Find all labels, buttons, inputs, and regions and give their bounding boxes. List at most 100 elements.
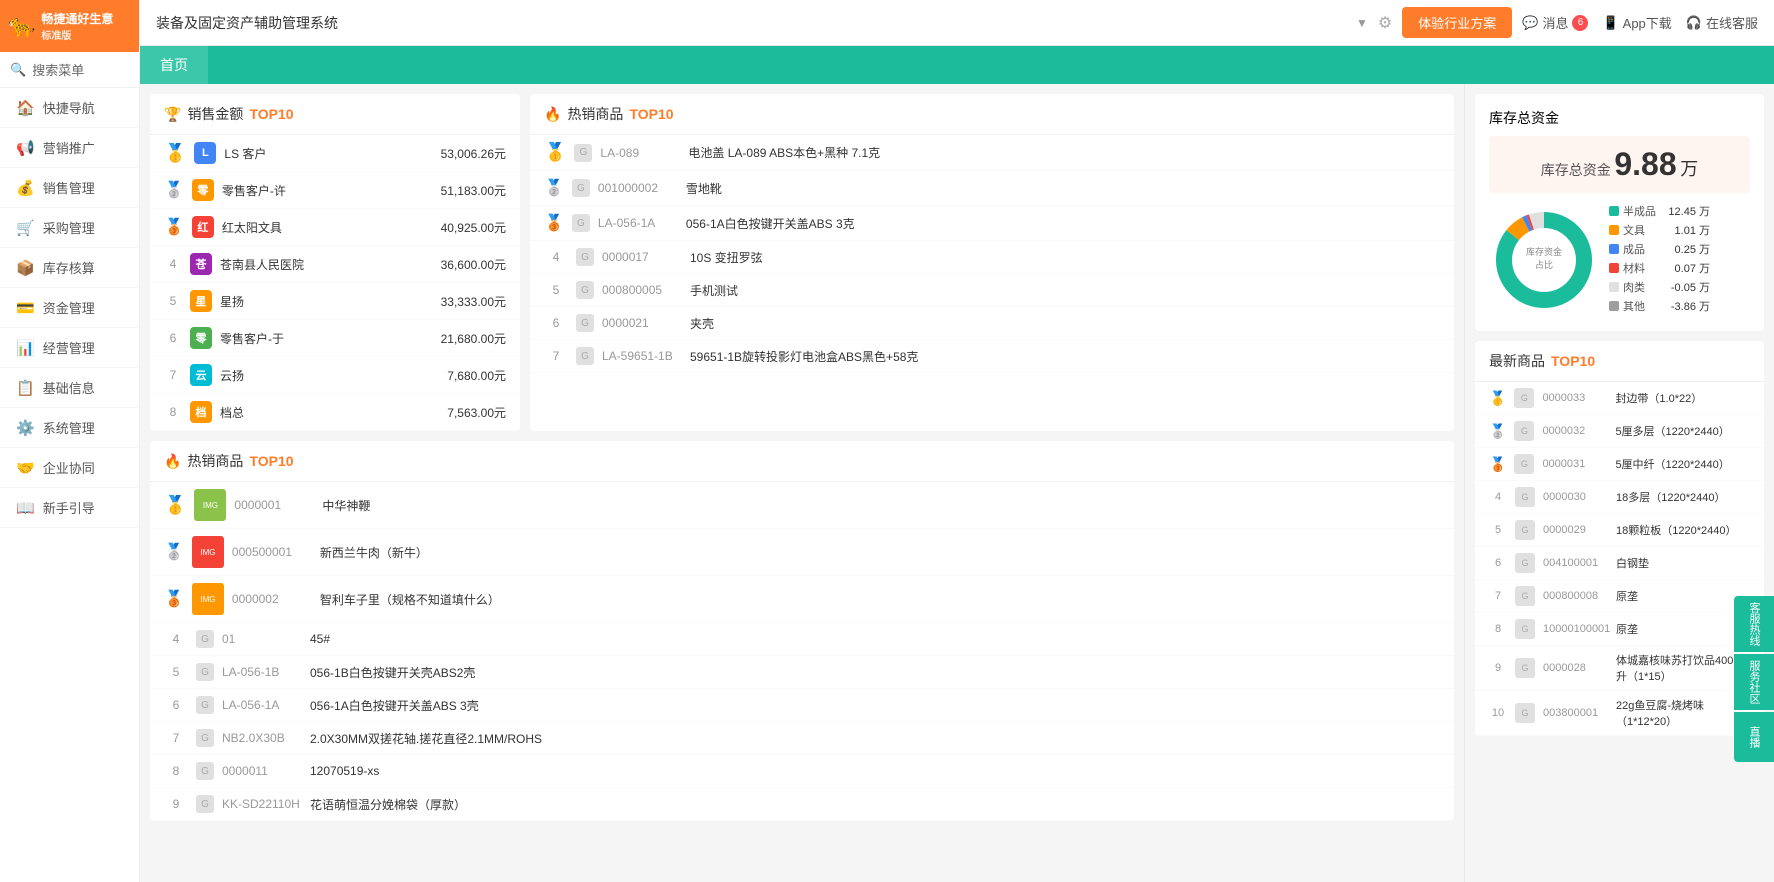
product-image: IMG <box>192 583 224 615</box>
legend-dot <box>1609 282 1619 292</box>
live-float-btn[interactable]: 直播 <box>1734 712 1774 762</box>
rank-number: 7 <box>544 349 568 363</box>
dropdown-icon[interactable]: ▼ <box>1356 16 1368 30</box>
hot-product-row: 🥉 IMG 0000002 智利车子里（规格不知道填什么） <box>150 576 1454 623</box>
customer-service-float-btn[interactable]: 客服热线 <box>1734 596 1774 652</box>
sidebar-item-label: 快捷导航 <box>43 98 95 117</box>
medal-icon: 🥉 <box>164 589 184 609</box>
settings-icon[interactable]: ⚙ <box>1378 13 1392 33</box>
inventory-total-label: 库存总资金 <box>1541 162 1611 178</box>
tab-home-label: 首页 <box>160 55 188 75</box>
rank-number: 5 <box>1489 524 1507 536</box>
inventory-header: 库存总资金 <box>1489 108 1750 128</box>
sidebar: 🐆 畅捷通好生意 标准版 🔍 搜索菜单 🏠 快捷导航 📢 营销推广 💰 销售管理… <box>0 0 140 882</box>
inventory-title: 库存总资金 <box>1489 108 1559 128</box>
hot-product-row: 6 G LA-056-1A 056-1A白色按键开关盖ABS 3壳 <box>150 689 1454 722</box>
product-name: 10S 变扭罗弦 <box>690 249 1440 266</box>
legend-row: 材料 0.07 万 <box>1609 260 1710 276</box>
product-code: 0000001 <box>234 498 314 512</box>
nav-tabs: 首页 <box>140 46 1774 84</box>
hot-product-row: 6 G 0000021 夹壳 <box>530 307 1454 340</box>
product-name: 056-1B白色按键开关壳ABS2壳 <box>310 664 1440 681</box>
product-name: 5厘多层（1220*2440） <box>1615 423 1750 439</box>
hot-product-row: 4 G 01 45# <box>150 623 1454 656</box>
product-code: 0000031 <box>1542 458 1607 470</box>
medal-icon: 🥈 <box>544 178 564 198</box>
hot-product-row: 8 G 0000011 12070519-xs <box>150 755 1454 788</box>
customer-service-button[interactable]: 🎧 在线客服 <box>1686 13 1758 32</box>
product-name: 手机测试 <box>690 282 1440 299</box>
product-name: 电池盖 LA-089 ABS本色+黑种 7.1克 <box>688 144 1440 161</box>
product-name: 封边带（1.0*22） <box>1615 390 1750 406</box>
product-name: 白钢垫 <box>1616 555 1750 571</box>
message-button[interactable]: 💬 消息 6 <box>1522 13 1588 32</box>
product-name: 056-1A白色按键开关盖ABS 3克 <box>686 215 1440 232</box>
hot-product-row: 🥈 IMG 000500001 新西兰牛肉（新牛） <box>150 529 1454 576</box>
app-download-button[interactable]: 📱 App下载 <box>1602 13 1671 32</box>
medal-icon: 🥉 <box>1489 456 1506 473</box>
hot-products-bottom-panel: 🔥 热销商品 TOP10 🥇 IMG 0000001 中华神鞭 🥈 <box>150 441 1454 821</box>
rank-number: 7 <box>164 731 188 745</box>
legend: 半成品 12.45 万 文具 1.01 万 成品 0.25 万 <box>1609 203 1710 317</box>
basics-icon: 📋 <box>16 379 35 397</box>
tab-home[interactable]: 首页 <box>140 46 208 84</box>
service-icon: 🎧 <box>1686 15 1702 31</box>
product-image: G <box>576 347 594 365</box>
hot-product-row: 5 G 000800005 手机测试 <box>530 274 1454 307</box>
finance-icon: 💳 <box>16 299 35 317</box>
product-image: G <box>1515 520 1535 540</box>
product-code: LA-056-1B <box>222 665 302 679</box>
customer-name: LS 客户 <box>224 145 432 162</box>
customer-avatar: 苍 <box>190 253 212 275</box>
inventory-icon: 📦 <box>16 259 35 277</box>
product-code: 0000032 <box>1542 425 1607 437</box>
top10-badge-2: TOP10 <box>249 453 293 469</box>
sidebar-item-sales[interactable]: 💰 销售管理 <box>0 168 139 208</box>
brand-logo: 🐆 畅捷通好生意 标准版 <box>0 0 139 52</box>
sidebar-item-purchase[interactable]: 🛒 采购管理 <box>0 208 139 248</box>
sidebar-item-guide[interactable]: 📖 新手引导 <box>0 488 139 528</box>
main-container: 装备及固定资产辅助管理系统 ▼ ⚙ 体验行业方案 💬 消息 6 📱 App下载 … <box>140 0 1774 882</box>
product-image: G <box>1514 421 1534 441</box>
bottom-panels: 🔥 热销商品 TOP10 🥇 IMG 0000001 中华神鞭 🥈 <box>140 441 1464 831</box>
product-code: 000800005 <box>602 283 682 297</box>
hot-products-header: 🔥 热销商品 TOP10 <box>530 94 1454 135</box>
product-code: 003800001 <box>1543 707 1608 719</box>
sidebar-item-system[interactable]: ⚙️ 系统管理 <box>0 408 139 448</box>
sidebar-item-cooperation[interactable]: 🤝 企业协同 <box>0 448 139 488</box>
product-code: LA-59651-1B <box>602 349 682 363</box>
legend-dot <box>1609 301 1619 311</box>
hot-icon-2: 🔥 <box>164 453 181 470</box>
customer-name: 苍南县人民医院 <box>220 256 433 273</box>
product-image: G <box>196 663 214 681</box>
hot-product-row: 5 G LA-056-1B 056-1B白色按键开关壳ABS2壳 <box>150 656 1454 689</box>
legend-label: 半成品 <box>1623 203 1656 219</box>
product-image: IMG <box>192 536 224 568</box>
content-area: 🏆 销售金额 TOP10 🥇 L LS 客户 53,006.26元 🥈 <box>140 84 1774 882</box>
medal-icon: 🥇 <box>544 142 566 163</box>
product-name: 原垄 <box>1616 588 1750 604</box>
sidebar-item-quick[interactable]: 🏠 快捷导航 <box>0 88 139 128</box>
sidebar-search[interactable]: 🔍 搜索菜单 <box>0 52 139 88</box>
product-name: 雪地靴 <box>686 180 1440 197</box>
medal-icon: 🥈 <box>164 542 184 562</box>
hot-product-row: 🥇 G LA-089 电池盖 LA-089 ABS本色+黑种 7.1克 <box>530 135 1454 171</box>
sidebar-item-marketing[interactable]: 📢 营销推广 <box>0 128 139 168</box>
top10-badge: TOP10 <box>629 106 673 122</box>
customer-amount: 40,925.00元 <box>441 219 506 236</box>
sidebar-item-basics[interactable]: 📋 基础信息 <box>0 368 139 408</box>
sidebar-item-operations[interactable]: 📊 经营管理 <box>0 328 139 368</box>
legend-label: 成品 <box>1623 241 1656 257</box>
sidebar-item-label: 经营管理 <box>43 338 95 357</box>
service-community-float-btn[interactable]: 服务社区 <box>1734 654 1774 710</box>
product-name: 5厘中纤（1220*2440） <box>1615 456 1750 472</box>
rank-number: 7 <box>164 368 182 382</box>
sidebar-item-inventory[interactable]: 📦 库存核算 <box>0 248 139 288</box>
trial-button[interactable]: 体验行业方案 <box>1402 7 1512 38</box>
legend-row: 其他 -3.86 万 <box>1609 298 1710 314</box>
right-sidebar: 库存总资金 库存总资金 9.88 万 <box>1464 84 1774 882</box>
product-image: G <box>1514 388 1534 408</box>
medal-icon: 🥇 <box>164 495 186 516</box>
sidebar-item-finance[interactable]: 💳 资金管理 <box>0 288 139 328</box>
product-image: G <box>572 179 590 197</box>
